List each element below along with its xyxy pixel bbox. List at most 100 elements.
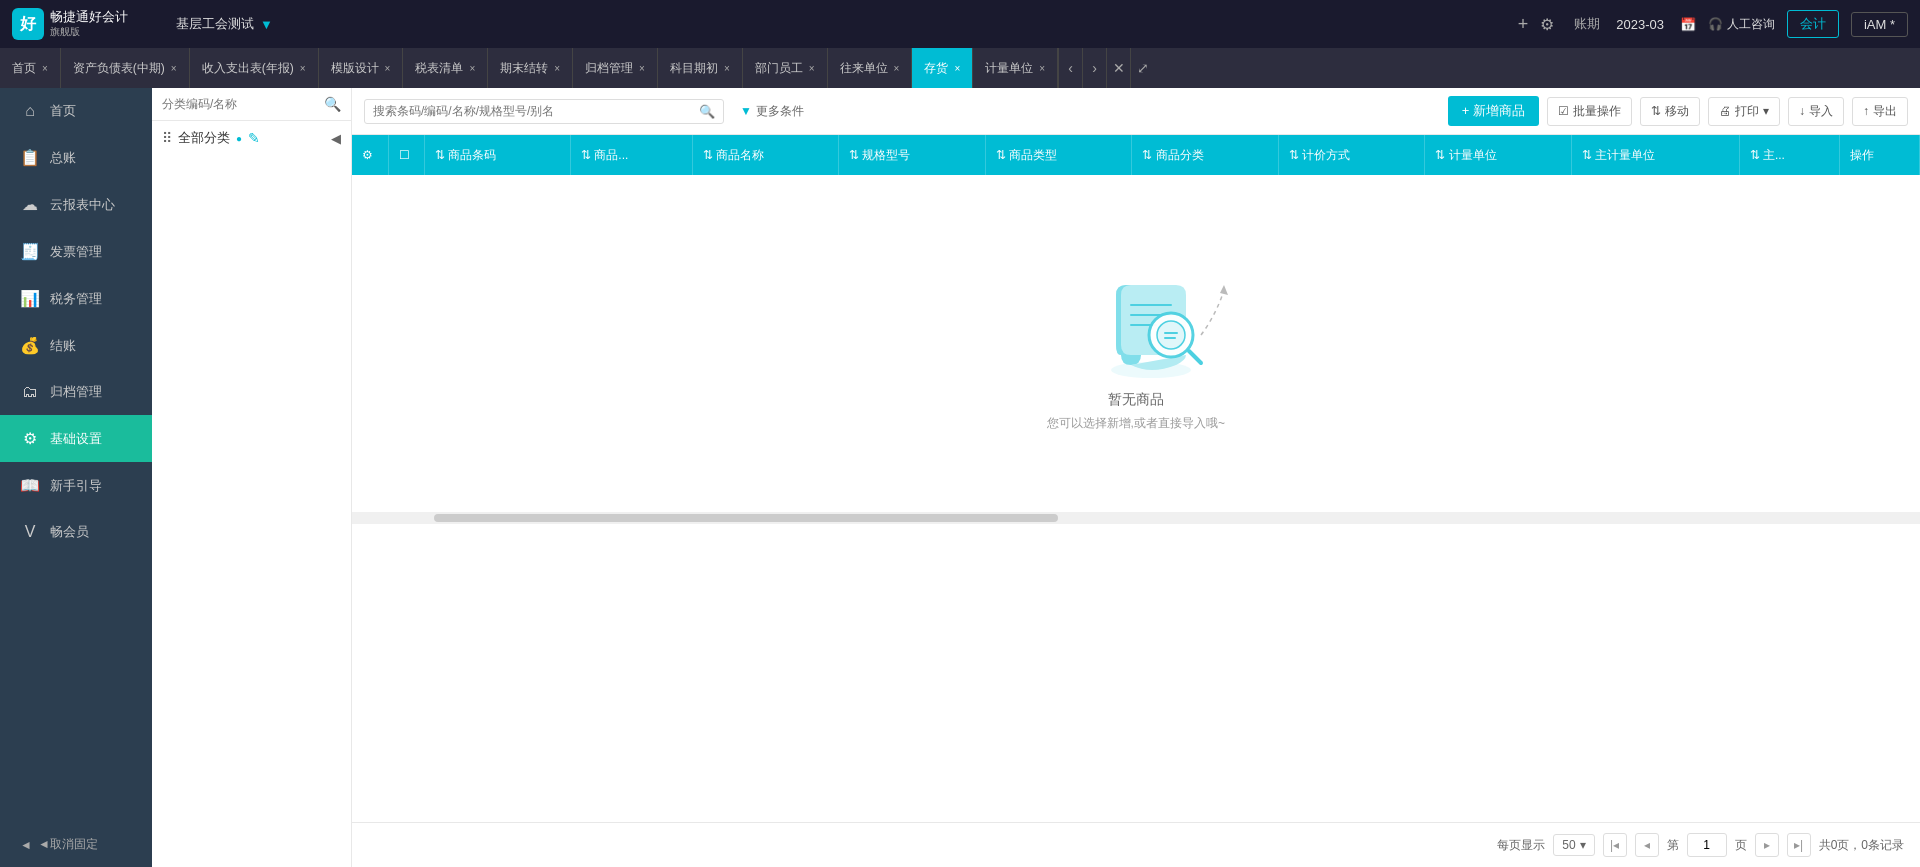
company-selector[interactable]: 基层工会测试 ▼ [176,15,1498,33]
sidebar-closing-label: 结账 [50,337,76,355]
sidebar-item-guide[interactable]: 📖 新手引导 [0,462,152,509]
sidebar-item-closing[interactable]: 💰 结账 [0,322,152,369]
scrollbar-thumb[interactable] [434,514,1058,522]
tab-balance-close[interactable]: × [171,63,177,74]
th-barcode[interactable]: ⇅ 商品条码 [424,135,571,175]
tab-contacts-close[interactable]: × [894,63,900,74]
tab-income-close[interactable]: × [300,63,306,74]
th-type[interactable]: ⇅ 商品类型 [985,135,1132,175]
tab-balance-sheet[interactable]: 资产负债表(中期) × [61,48,190,88]
sidebar-item-ledger[interactable]: 📋 总账 [0,134,152,181]
page-input[interactable] [1687,833,1727,857]
tab-archive-close[interactable]: × [639,63,645,74]
category-search-input[interactable] [162,97,318,111]
page-size-select[interactable]: 50 ▾ [1553,834,1594,856]
import-button[interactable]: ↓ 导入 [1788,97,1844,126]
sidebar-unpin[interactable]: ◄ ◄取消固定 [0,822,152,867]
tab-unit[interactable]: 计量单位 × [973,48,1058,88]
category-search-icon[interactable]: 🔍 [324,96,341,112]
empty-svg [1076,255,1236,395]
print-icon: 🖨 [1719,104,1731,118]
tab-nav-right[interactable]: › [1082,48,1106,88]
th-main-short[interactable]: ⇅ 主... [1739,135,1839,175]
sidebar-item-archive[interactable]: 🗂 归档管理 [0,369,152,415]
per-page-label: 每页显示 [1497,837,1545,854]
tab-subject-init[interactable]: 科目期初 × [658,48,743,88]
tab-inventory-label: 存货 [924,60,948,77]
th-category[interactable]: ⇅ 商品分类 [1132,135,1279,175]
tab-period-close[interactable]: × [554,63,560,74]
export-button[interactable]: ↑ 导出 [1852,97,1908,126]
sidebar-item-invoice[interactable]: 🧾 发票管理 [0,228,152,275]
tab-nav-expand[interactable]: ⤢ [1130,48,1154,88]
archive-icon: 🗂 [20,383,40,401]
tab-nav-close-all[interactable]: ✕ [1106,48,1130,88]
empty-subtitle: 您可以选择新增,或者直接导入哦~ [1047,415,1225,432]
iam-label[interactable]: iAM * [1851,12,1908,37]
move-button[interactable]: ⇅ 移动 [1640,97,1700,126]
tab-bar: 首页 × 资产负债表(中期) × 收入支出表(年报) × 模版设计 × 税表清单… [0,48,1920,88]
tab-tax-close[interactable]: × [469,63,475,74]
sidebar-item-member[interactable]: V 畅会员 [0,509,152,555]
th-unit[interactable]: ⇅ 计量单位 [1425,135,1572,175]
tab-inventory-close[interactable]: × [954,63,960,74]
tab-home[interactable]: 首页 × [0,48,61,88]
category-panel: 🔍 ⠿ 全部分类 ● ✎ ◀ [152,88,352,867]
import-icon: ↓ [1799,104,1805,118]
add-tab-btn[interactable]: + [1518,14,1529,35]
page-first-btn[interactable]: |◂ [1603,833,1627,857]
tab-template-close[interactable]: × [385,63,391,74]
tax-icon: 📊 [20,289,40,308]
page-next-btn[interactable]: ▸ [1755,833,1779,857]
tab-nav-left[interactable]: ‹ [1058,48,1082,88]
top-header: 好 畅捷通好会计 旗舰版 基层工会测试 ▼ + ⚙ 账期 2023-03 📅 🎧… [0,0,1920,48]
tab-income-statement[interactable]: 收入支出表(年报) × [190,48,319,88]
add-product-button[interactable]: + 新增商品 [1448,96,1539,126]
tab-subject-close[interactable]: × [724,63,730,74]
account-button[interactable]: 会计 [1787,10,1839,38]
category-collapse-icon[interactable]: ◀ [331,131,341,146]
tab-archive-mgmt[interactable]: 归档管理 × [573,48,658,88]
batch-ops-button[interactable]: ☑ 批量操作 [1547,97,1632,126]
tab-contacts[interactable]: 往来单位 × [828,48,913,88]
calendar-icon[interactable]: 📅 [1680,17,1696,32]
sidebar-item-settings[interactable]: ⚙ 基础设置 [0,415,152,462]
settings-gear-icon[interactable]: ⚙ [1540,15,1554,34]
page-prev-btn[interactable]: ◂ [1635,833,1659,857]
tab-unit-label: 计量单位 [985,60,1033,77]
tab-dept-staff[interactable]: 部门员工 × [743,48,828,88]
tab-inventory[interactable]: 存货 × [912,48,973,88]
page-last-btn[interactable]: ▸| [1787,833,1811,857]
product-search-icon[interactable]: 🔍 [699,104,715,119]
sidebar-item-home[interactable]: ⌂ 首页 [0,88,152,134]
product-search-input[interactable] [373,104,693,118]
tab-home-close[interactable]: × [42,63,48,74]
th-spec[interactable]: ⇅ 规格型号 [839,135,986,175]
print-button[interactable]: 🖨 打印 ▾ [1708,97,1780,126]
th-main-unit[interactable]: ⇅ 主计量单位 [1571,135,1739,175]
cloud-icon: ☁ [20,195,40,214]
consult-button[interactable]: 🎧 人工咨询 [1708,16,1775,33]
page-prefix-label: 第 [1667,837,1679,854]
th-pricing[interactable]: ⇅ 计价方式 [1278,135,1425,175]
th-settings[interactable]: ⚙ [352,135,388,175]
tab-unit-close[interactable]: × [1039,63,1045,74]
tab-subject-label: 科目期初 [670,60,718,77]
filter-icon: ▼ [740,104,752,118]
tab-dept-label: 部门员工 [755,60,803,77]
horizontal-scrollbar[interactable] [352,512,1920,524]
sidebar-item-tax[interactable]: 📊 税务管理 [0,275,152,322]
category-edit-icon[interactable]: ✎ [248,130,260,146]
product-search-box[interactable]: 🔍 [364,99,724,124]
export-label: 导出 [1873,103,1897,120]
sidebar-item-cloud[interactable]: ☁ 云报表中心 [0,181,152,228]
tab-dept-close[interactable]: × [809,63,815,74]
th-checkbox[interactable]: ☐ [388,135,424,175]
all-categories-label[interactable]: 全部分类 [178,129,230,147]
tab-tax-list[interactable]: 税表清单 × [403,48,488,88]
tab-template-design[interactable]: 模版设计 × [319,48,404,88]
th-name[interactable]: ⇅ 商品名称 [692,135,839,175]
th-code[interactable]: ⇅ 商品... [571,135,693,175]
tab-period-carryover[interactable]: 期末结转 × [488,48,573,88]
more-filter-btn[interactable]: ▼ 更多条件 [732,99,812,124]
